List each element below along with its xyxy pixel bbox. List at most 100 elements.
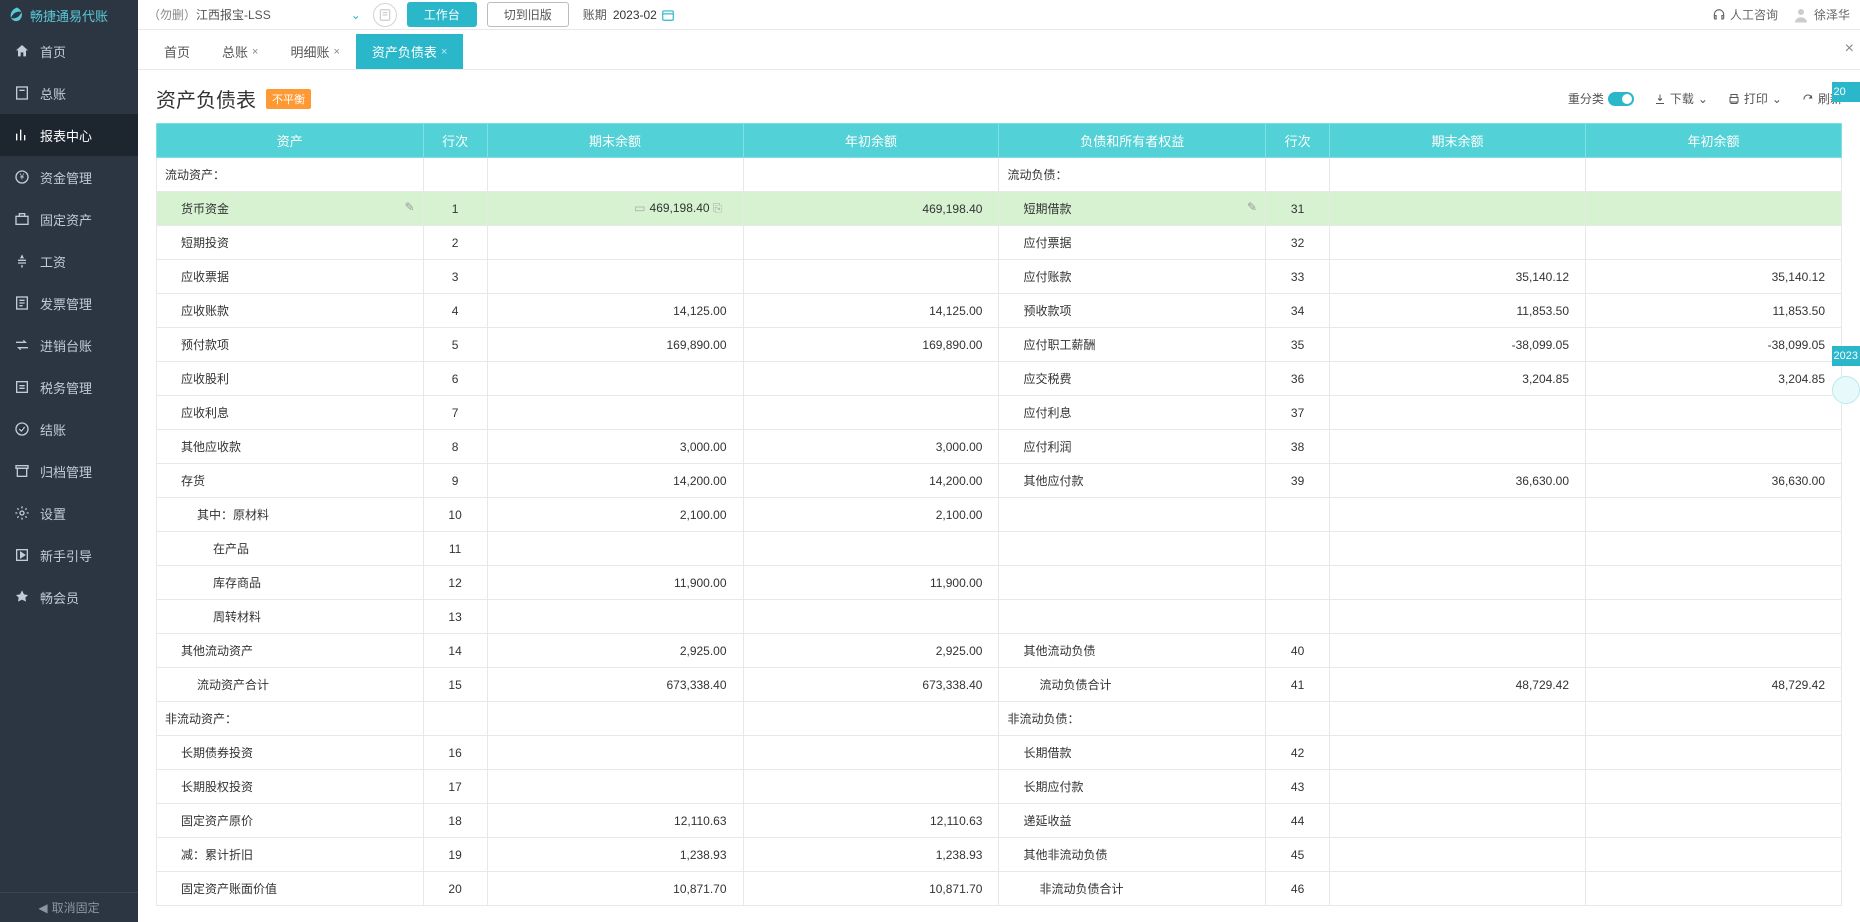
company-selector[interactable]: （勿删） 江西报宝-LSS ⌄ — [148, 6, 361, 23]
close-all-tabs[interactable]: × — [1845, 40, 1854, 58]
asset-name-cell[interactable]: 货币资金✎ — [157, 192, 424, 226]
tab-首页[interactable]: 首页 — [148, 34, 206, 69]
row-num-cell: 8 — [423, 430, 487, 464]
nav-item-home[interactable]: 首页 — [0, 30, 138, 72]
nav-item-inout[interactable]: 进销台账 — [0, 324, 138, 366]
liab-name-cell[interactable]: 长期借款 — [999, 736, 1266, 770]
tab-close-icon[interactable]: × — [252, 46, 258, 58]
asset-name-cell[interactable]: 减：累计折旧 — [157, 838, 424, 872]
switch-old-button[interactable]: 切到旧版 — [487, 2, 569, 27]
nav-item-invoice[interactable]: 发票管理 — [0, 282, 138, 324]
asset-name-cell[interactable]: 其他应收款 — [157, 430, 424, 464]
table-row: 在产品11 — [157, 532, 1842, 566]
asset-name-cell[interactable]: 流动资产合计 — [157, 668, 424, 702]
liab-name-cell[interactable]: 预收款项 — [999, 294, 1266, 328]
download-action[interactable]: 下载 ⌄ — [1654, 90, 1708, 107]
edit-icon[interactable]: ✎ — [405, 200, 415, 214]
period-value[interactable]: 2023-02 — [613, 8, 657, 22]
liab-name-cell[interactable]: 应付账款 — [999, 260, 1266, 294]
asset-name-cell[interactable]: 应收股利 — [157, 362, 424, 396]
gutter-help-icon[interactable] — [1832, 376, 1860, 404]
table-row: 预付款项5169,890.00169,890.00应付职工薪酬35-38,099… — [157, 328, 1842, 362]
copy-icon[interactable]: ⎘ — [713, 201, 723, 215]
asset-name-cell[interactable]: 长期股权投资 — [157, 770, 424, 804]
workbench-button[interactable]: 工作台 — [407, 2, 477, 27]
asset-name-cell[interactable]: 固定资产账面价值 — [157, 872, 424, 906]
tab-close-icon[interactable]: × — [333, 46, 339, 58]
asset-name-cell[interactable]: 其他流动资产 — [157, 634, 424, 668]
liab-name-cell[interactable]: 长期应付款 — [999, 770, 1266, 804]
liab-name-cell[interactable]: 流动负债合计 — [999, 668, 1266, 702]
chevron-down-icon: ⌄ — [1698, 92, 1708, 106]
support-link[interactable]: 人工咨询 — [1712, 6, 1778, 23]
asset-name-cell[interactable]: 固定资产原价 — [157, 804, 424, 838]
liab-name-cell[interactable]: 其他非流动负债 — [999, 838, 1266, 872]
asset-name-cell[interactable]: 预付款项 — [157, 328, 424, 362]
liab-name-cell[interactable]: 应交税费 — [999, 362, 1266, 396]
liab-name-cell[interactable] — [999, 566, 1266, 600]
liab-name-cell[interactable] — [999, 600, 1266, 634]
gutter-year-full[interactable]: 2023 — [1832, 346, 1860, 366]
asset-name-cell[interactable]: 库存商品 — [157, 566, 424, 600]
nav-item-archive[interactable]: 归档管理 — [0, 450, 138, 492]
unpin-icon: ◀ — [38, 901, 47, 915]
liab-name-cell[interactable]: 流动负债： — [999, 158, 1266, 192]
tab-close-icon[interactable]: × — [441, 46, 447, 58]
detail-icon[interactable]: ▭ — [634, 201, 645, 215]
archive-icon — [14, 463, 30, 479]
gutter-year-short[interactable]: 20 — [1832, 82, 1860, 102]
nav-item-close[interactable]: 结账 — [0, 408, 138, 450]
liab-name-cell[interactable]: 非流动负债合计 — [999, 872, 1266, 906]
nav-item-tax[interactable]: 税务管理 — [0, 366, 138, 408]
nav-item-funds[interactable]: ¥资金管理 — [0, 156, 138, 198]
liab-name-cell[interactable]: 其他应付款 — [999, 464, 1266, 498]
row-num-cell: 43 — [1266, 770, 1330, 804]
row-num-cell: 46 — [1266, 872, 1330, 906]
asset-name-cell[interactable]: 流动资产： — [157, 158, 424, 192]
asset-name-cell[interactable]: 其中：原材料 — [157, 498, 424, 532]
asset-name-cell[interactable]: 应收票据 — [157, 260, 424, 294]
edit-icon[interactable]: ✎ — [1247, 200, 1257, 214]
nav-item-fixed[interactable]: 固定资产 — [0, 198, 138, 240]
nav-item-member[interactable]: 畅会员 — [0, 576, 138, 618]
end-balance-cell: 2,100.00 — [487, 498, 743, 532]
nav-item-report[interactable]: 报表中心 — [0, 114, 138, 156]
tab-总账[interactable]: 总账× — [206, 34, 274, 69]
nav-item-ledger[interactable]: 总账 — [0, 72, 138, 114]
asset-name-cell[interactable]: 存货 — [157, 464, 424, 498]
tab-资产负债表[interactable]: 资产负债表× — [356, 34, 463, 69]
user-menu[interactable]: 徐泽华 — [1792, 6, 1850, 24]
reclass-action[interactable]: 重分类 — [1568, 90, 1634, 107]
tab-明细账[interactable]: 明细账× — [274, 34, 355, 69]
print-icon — [1728, 93, 1740, 105]
begin-balance-cell: 48,729.42 — [1586, 668, 1842, 702]
nav-item-guide[interactable]: 新手引导 — [0, 534, 138, 576]
liab-name-cell[interactable] — [999, 532, 1266, 566]
asset-name-cell[interactable]: 周转材料 — [157, 600, 424, 634]
sidebar-unpin[interactable]: ◀ 取消固定 — [0, 892, 138, 922]
row-num-cell: 42 — [1266, 736, 1330, 770]
liab-name-cell[interactable]: 非流动负债： — [999, 702, 1266, 736]
asset-name-cell[interactable]: 在产品 — [157, 532, 424, 566]
nav-item-salary[interactable]: 工资 — [0, 240, 138, 282]
liab-name-cell[interactable]: 应付职工薪酬 — [999, 328, 1266, 362]
begin-balance-cell — [743, 362, 999, 396]
liab-name-cell[interactable]: 应付票据 — [999, 226, 1266, 260]
begin-balance-cell — [743, 226, 999, 260]
nav-item-settings[interactable]: 设置 — [0, 492, 138, 534]
asset-name-cell[interactable]: 应收账款 — [157, 294, 424, 328]
asset-name-cell[interactable]: 应收利息 — [157, 396, 424, 430]
liab-name-cell[interactable]: 应付利息 — [999, 396, 1266, 430]
liab-name-cell[interactable]: 短期借款✎ — [999, 192, 1266, 226]
print-action[interactable]: 打印 ⌄ — [1728, 90, 1782, 107]
liab-name-cell[interactable]: 其他流动负债 — [999, 634, 1266, 668]
liab-name-cell[interactable]: 递延收益 — [999, 804, 1266, 838]
salary-icon — [14, 253, 30, 269]
liab-name-cell[interactable] — [999, 498, 1266, 532]
calendar-icon[interactable] — [661, 8, 675, 22]
asset-name-cell[interactable]: 非流动资产： — [157, 702, 424, 736]
asset-name-cell[interactable]: 长期债券投资 — [157, 736, 424, 770]
asset-name-cell[interactable]: 短期投资 — [157, 226, 424, 260]
note-button[interactable] — [373, 3, 397, 27]
liab-name-cell[interactable]: 应付利润 — [999, 430, 1266, 464]
